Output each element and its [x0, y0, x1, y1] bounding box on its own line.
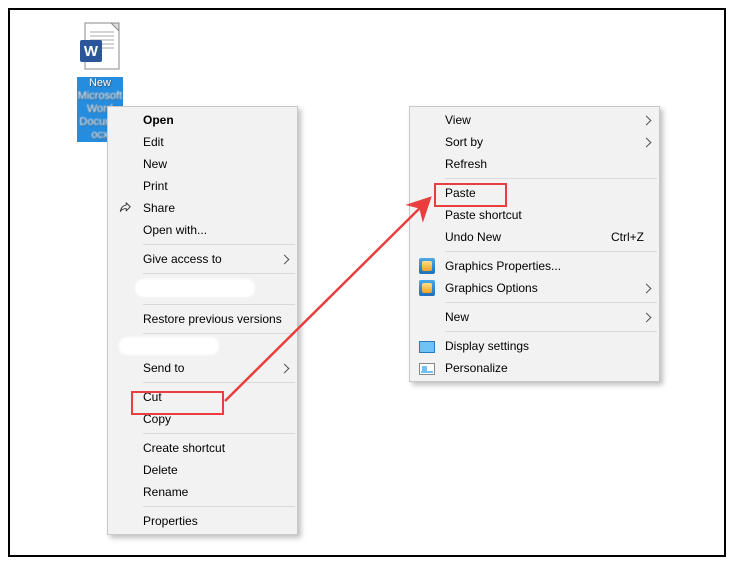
desktop-context-menu: View Sort by Refresh Paste Paste shortcu…	[409, 106, 660, 382]
menu-separator	[445, 178, 657, 179]
submenu-arrow-icon	[281, 248, 288, 270]
menu-separator	[143, 506, 295, 507]
submenu-arrow-icon	[643, 109, 650, 131]
menu-item-open[interactable]: Open	[109, 109, 296, 131]
menu-item-sort-by[interactable]: Sort by	[411, 131, 658, 153]
submenu-arrow-icon	[643, 131, 650, 153]
keyboard-shortcut: Ctrl+Z	[611, 226, 644, 248]
submenu-arrow-icon	[281, 357, 288, 379]
menu-item-graphics-options[interactable]: Graphics Options	[411, 277, 658, 299]
menu-item-create-shortcut[interactable]: Create shortcut	[109, 437, 296, 459]
menu-separator	[143, 273, 295, 274]
menu-item-view[interactable]: View	[411, 109, 658, 131]
menu-item-print[interactable]: Print	[109, 175, 296, 197]
menu-separator	[143, 244, 295, 245]
menu-item-edit[interactable]: Edit	[109, 131, 296, 153]
menu-item-copy[interactable]: Copy	[109, 408, 296, 430]
word-document-icon: W	[79, 22, 121, 74]
menu-separator	[143, 333, 295, 334]
menu-item-graphics-properties[interactable]: Graphics Properties...	[411, 255, 658, 277]
menu-item-new[interactable]: New	[109, 153, 296, 175]
menu-separator	[445, 251, 657, 252]
menu-separator	[445, 331, 657, 332]
graphics-properties-icon	[418, 257, 436, 275]
menu-item-display-settings[interactable]: Display settings	[411, 335, 658, 357]
menu-item-new-submenu[interactable]: New	[411, 306, 658, 328]
menu-item-censored-2	[109, 337, 296, 357]
menu-item-censored	[109, 277, 296, 301]
menu-item-send-to[interactable]: Send to	[109, 357, 296, 379]
menu-item-refresh[interactable]: Refresh	[411, 153, 658, 175]
menu-item-properties[interactable]: Properties	[109, 510, 296, 532]
menu-item-delete[interactable]: Delete	[109, 459, 296, 481]
menu-item-personalize[interactable]: Personalize	[411, 357, 658, 379]
svg-text:W: W	[84, 43, 99, 60]
submenu-arrow-icon	[643, 277, 650, 299]
menu-separator	[143, 304, 295, 305]
menu-item-paste[interactable]: Paste	[411, 182, 658, 204]
menu-item-open-with[interactable]: Open with...	[109, 219, 296, 241]
menu-separator	[445, 302, 657, 303]
menu-item-restore-previous[interactable]: Restore previous versions	[109, 308, 296, 330]
personalize-icon	[418, 359, 436, 377]
file-context-menu: Open Edit New Print Share Open with... G…	[107, 106, 298, 535]
menu-item-undo-new[interactable]: Undo New Ctrl+Z	[411, 226, 658, 248]
display-settings-icon	[418, 337, 436, 355]
menu-item-share[interactable]: Share	[109, 197, 296, 219]
share-icon	[116, 199, 134, 217]
menu-item-rename[interactable]: Rename	[109, 481, 296, 503]
menu-separator	[143, 382, 295, 383]
menu-item-give-access-to[interactable]: Give access to	[109, 248, 296, 270]
submenu-arrow-icon	[643, 306, 650, 328]
menu-separator	[143, 433, 295, 434]
menu-item-cut[interactable]: Cut	[109, 386, 296, 408]
menu-item-paste-shortcut[interactable]: Paste shortcut	[411, 204, 658, 226]
graphics-options-icon	[418, 279, 436, 297]
